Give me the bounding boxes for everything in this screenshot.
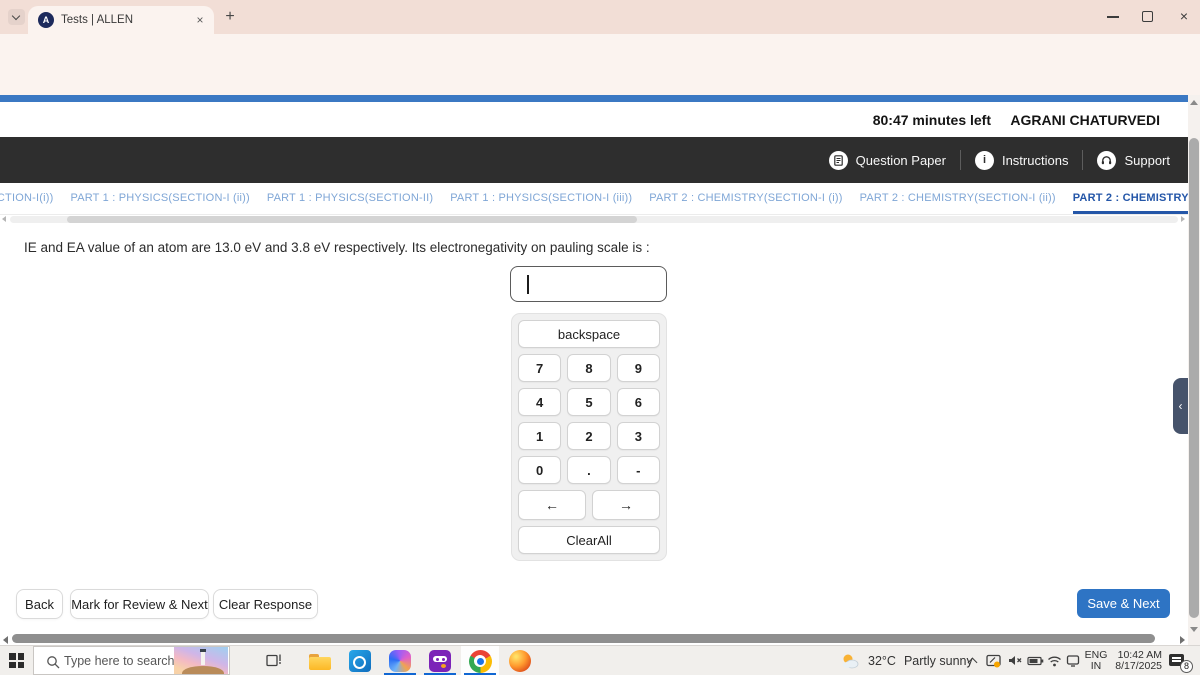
keypad-key-8[interactable]: 8 [567, 354, 611, 382]
instructions-icon: i [974, 150, 994, 170]
browser-tab-strip: A Tests | ALLEN × + × [0, 0, 1200, 34]
browser-toolbar: ← → ↻ allen.in/taj-ui/student-test?test_… [0, 34, 1200, 96]
page-horizontal-scrollbar[interactable] [0, 632, 1188, 645]
menu-separator [1082, 150, 1084, 170]
task-view-button[interactable] [266, 653, 283, 673]
section-tab[interactable]: PART 1 : PHYSICS(SECTION-I (ii)) [70, 183, 249, 214]
window-maximize-button[interactable] [1142, 11, 1153, 22]
browser-tab[interactable]: A Tests | ALLEN × [28, 6, 214, 34]
keypad-key-6[interactable]: 6 [616, 388, 660, 416]
keypad-key-7[interactable]: 7 [518, 354, 562, 382]
scroll-left-arrow[interactable] [3, 636, 8, 644]
allen-favicon-icon: A [38, 12, 54, 28]
taskbar-weather[interactable]: 32°C Partly sunny [840, 646, 973, 675]
chevron-down-icon [11, 11, 21, 21]
candidate-name: AGRANI CHATURVEDI [1010, 112, 1160, 128]
keypad-key-5[interactable]: 5 [567, 388, 611, 416]
section-tab[interactable]: PART 2 : CHEMISTRY(SECTION-I (i)) [649, 183, 842, 214]
clear-response-button[interactable]: Clear Response [213, 589, 318, 619]
keypad-key-minus[interactable]: - [616, 456, 660, 484]
notification-badge[interactable]: 8 [1180, 660, 1193, 673]
text-caret [527, 275, 529, 294]
section-tabs-scrollbar[interactable] [0, 215, 1188, 224]
desktop: A Tests | ALLEN × + × ← → ↻ allen.in/taj… [0, 0, 1200, 675]
browser-tab-title: Tests | ALLEN [61, 14, 134, 26]
section-tab[interactable]: PART 1 : PHYSICS(SECTION-I(i)) [0, 183, 53, 214]
chrome-taskbar-icon[interactable] [460, 646, 500, 675]
keypad-clear-all-button[interactable]: ClearAll [518, 526, 660, 554]
keypad-key-3[interactable]: 3 [616, 422, 660, 450]
weather-temp: 32°C [868, 654, 896, 668]
keypad-backspace-button[interactable]: backspace [518, 320, 660, 348]
support-headset-icon [1097, 150, 1117, 170]
copilot-taskbar-icon[interactable] [380, 646, 420, 675]
horizontal-scrollbar-thumb[interactable] [12, 634, 1155, 643]
bookmarks-bar: Gmail YouTube Maps [0, 66, 1200, 154]
display-language-icon[interactable] [1066, 654, 1080, 672]
keypad-key-9[interactable]: 9 [616, 354, 660, 382]
scroll-down-arrow[interactable] [1190, 627, 1198, 632]
date-text: 8/17/2025 [1115, 660, 1162, 672]
search-placeholder: Type here to search [64, 654, 175, 668]
question-paper-button[interactable]: Question Paper [828, 150, 946, 170]
tab-close-icon[interactable]: × [194, 14, 206, 26]
section-scrollbar-thumb[interactable] [67, 216, 637, 223]
start-button[interactable] [9, 653, 24, 668]
question-paper-icon [828, 150, 848, 170]
section-tab-active[interactable]: PART 2 : CHEMISTRY(SECTION-II) [1072, 183, 1188, 214]
file-explorer-taskbar-icon[interactable] [300, 646, 340, 675]
chevron-left-icon: ‹ [1178, 399, 1183, 413]
tab-search-button[interactable] [8, 9, 25, 25]
instructions-button[interactable]: i Instructions [974, 150, 1068, 170]
exam-page: 80:47 minutes left AGRANI CHATURVEDI Que… [0, 95, 1188, 645]
keypad-right-arrow-button[interactable]: → [592, 490, 660, 520]
search-highlight-image[interactable] [174, 647, 228, 674]
section-scroll-left-arrow[interactable] [2, 216, 6, 222]
keypad-key-2[interactable]: 2 [567, 422, 611, 450]
menu-separator [959, 150, 961, 170]
scroll-up-arrow[interactable] [1190, 100, 1198, 105]
section-tab[interactable]: PART 1 : PHYSICS(SECTION-I (iii)) [450, 183, 632, 214]
outlook-taskbar-icon[interactable] [340, 646, 380, 675]
question-palette-toggle[interactable]: ‹ [1173, 378, 1188, 434]
language-indicator[interactable]: ENG IN [1082, 650, 1110, 672]
keypad-key-1[interactable]: 1 [518, 422, 562, 450]
question-text: IE and EA value of an atom are 13.0 eV a… [24, 240, 650, 255]
section-scroll-right-arrow[interactable] [1181, 216, 1185, 222]
section-tab[interactable]: PART 1 : PHYSICS(SECTION-II) [267, 183, 433, 214]
taskbar-search-box[interactable]: Type here to search [33, 646, 230, 675]
section-tab[interactable]: PART 2 : CHEMISTRY(SECTION-I (ii)) [860, 183, 1056, 214]
muted-speaker-icon[interactable] [1008, 654, 1023, 672]
partly-sunny-icon [842, 654, 859, 669]
answer-input[interactable] [510, 266, 667, 302]
page-vertical-scrollbar[interactable] [1188, 95, 1200, 645]
section-tabs: PART 1 : PHYSICS(SECTION-I(i)) PART 1 : … [0, 183, 1188, 215]
page-top-strip [0, 95, 1188, 102]
weather-condition: Partly sunny [903, 654, 973, 668]
keypad-left-arrow-button[interactable]: ← [518, 490, 586, 520]
exam-menu-bar: Question Paper i Instructions Support [0, 137, 1188, 183]
keypad-key-4[interactable]: 4 [518, 388, 562, 416]
window-close-button[interactable]: × [1176, 8, 1192, 24]
purple-goggles-app-taskbar-icon[interactable] [420, 646, 460, 675]
window-minimize-button[interactable] [1107, 16, 1119, 18]
keypad-key-0[interactable]: 0 [518, 456, 562, 484]
numeric-keypad: backspace 7 8 9 4 5 6 1 2 3 0 . - ← → Cl… [511, 313, 667, 561]
battery-icon[interactable] [1027, 654, 1044, 672]
mark-for-review-button[interactable]: Mark for Review & Next [70, 589, 209, 619]
firefox-taskbar-icon[interactable] [500, 646, 540, 675]
clock[interactable]: 10:42 AM 8/17/2025 [1108, 650, 1162, 672]
support-button[interactable]: Support [1097, 150, 1170, 170]
search-icon [47, 656, 60, 669]
vertical-scrollbar-thumb[interactable] [1189, 138, 1199, 618]
screen-cast-icon[interactable] [986, 654, 1002, 673]
keypad-key-dot[interactable]: . [567, 456, 611, 484]
save-and-next-button[interactable]: Save & Next [1077, 589, 1170, 618]
windows-taskbar: Type here to search 32°C Partly sunny EN… [0, 645, 1200, 675]
exam-timer: 80:47 minutes left [872, 112, 991, 128]
wifi-icon[interactable] [1047, 654, 1062, 672]
scroll-right-arrow[interactable] [1180, 636, 1185, 644]
back-button[interactable]: Back [16, 589, 63, 619]
new-tab-button[interactable]: + [221, 8, 239, 26]
